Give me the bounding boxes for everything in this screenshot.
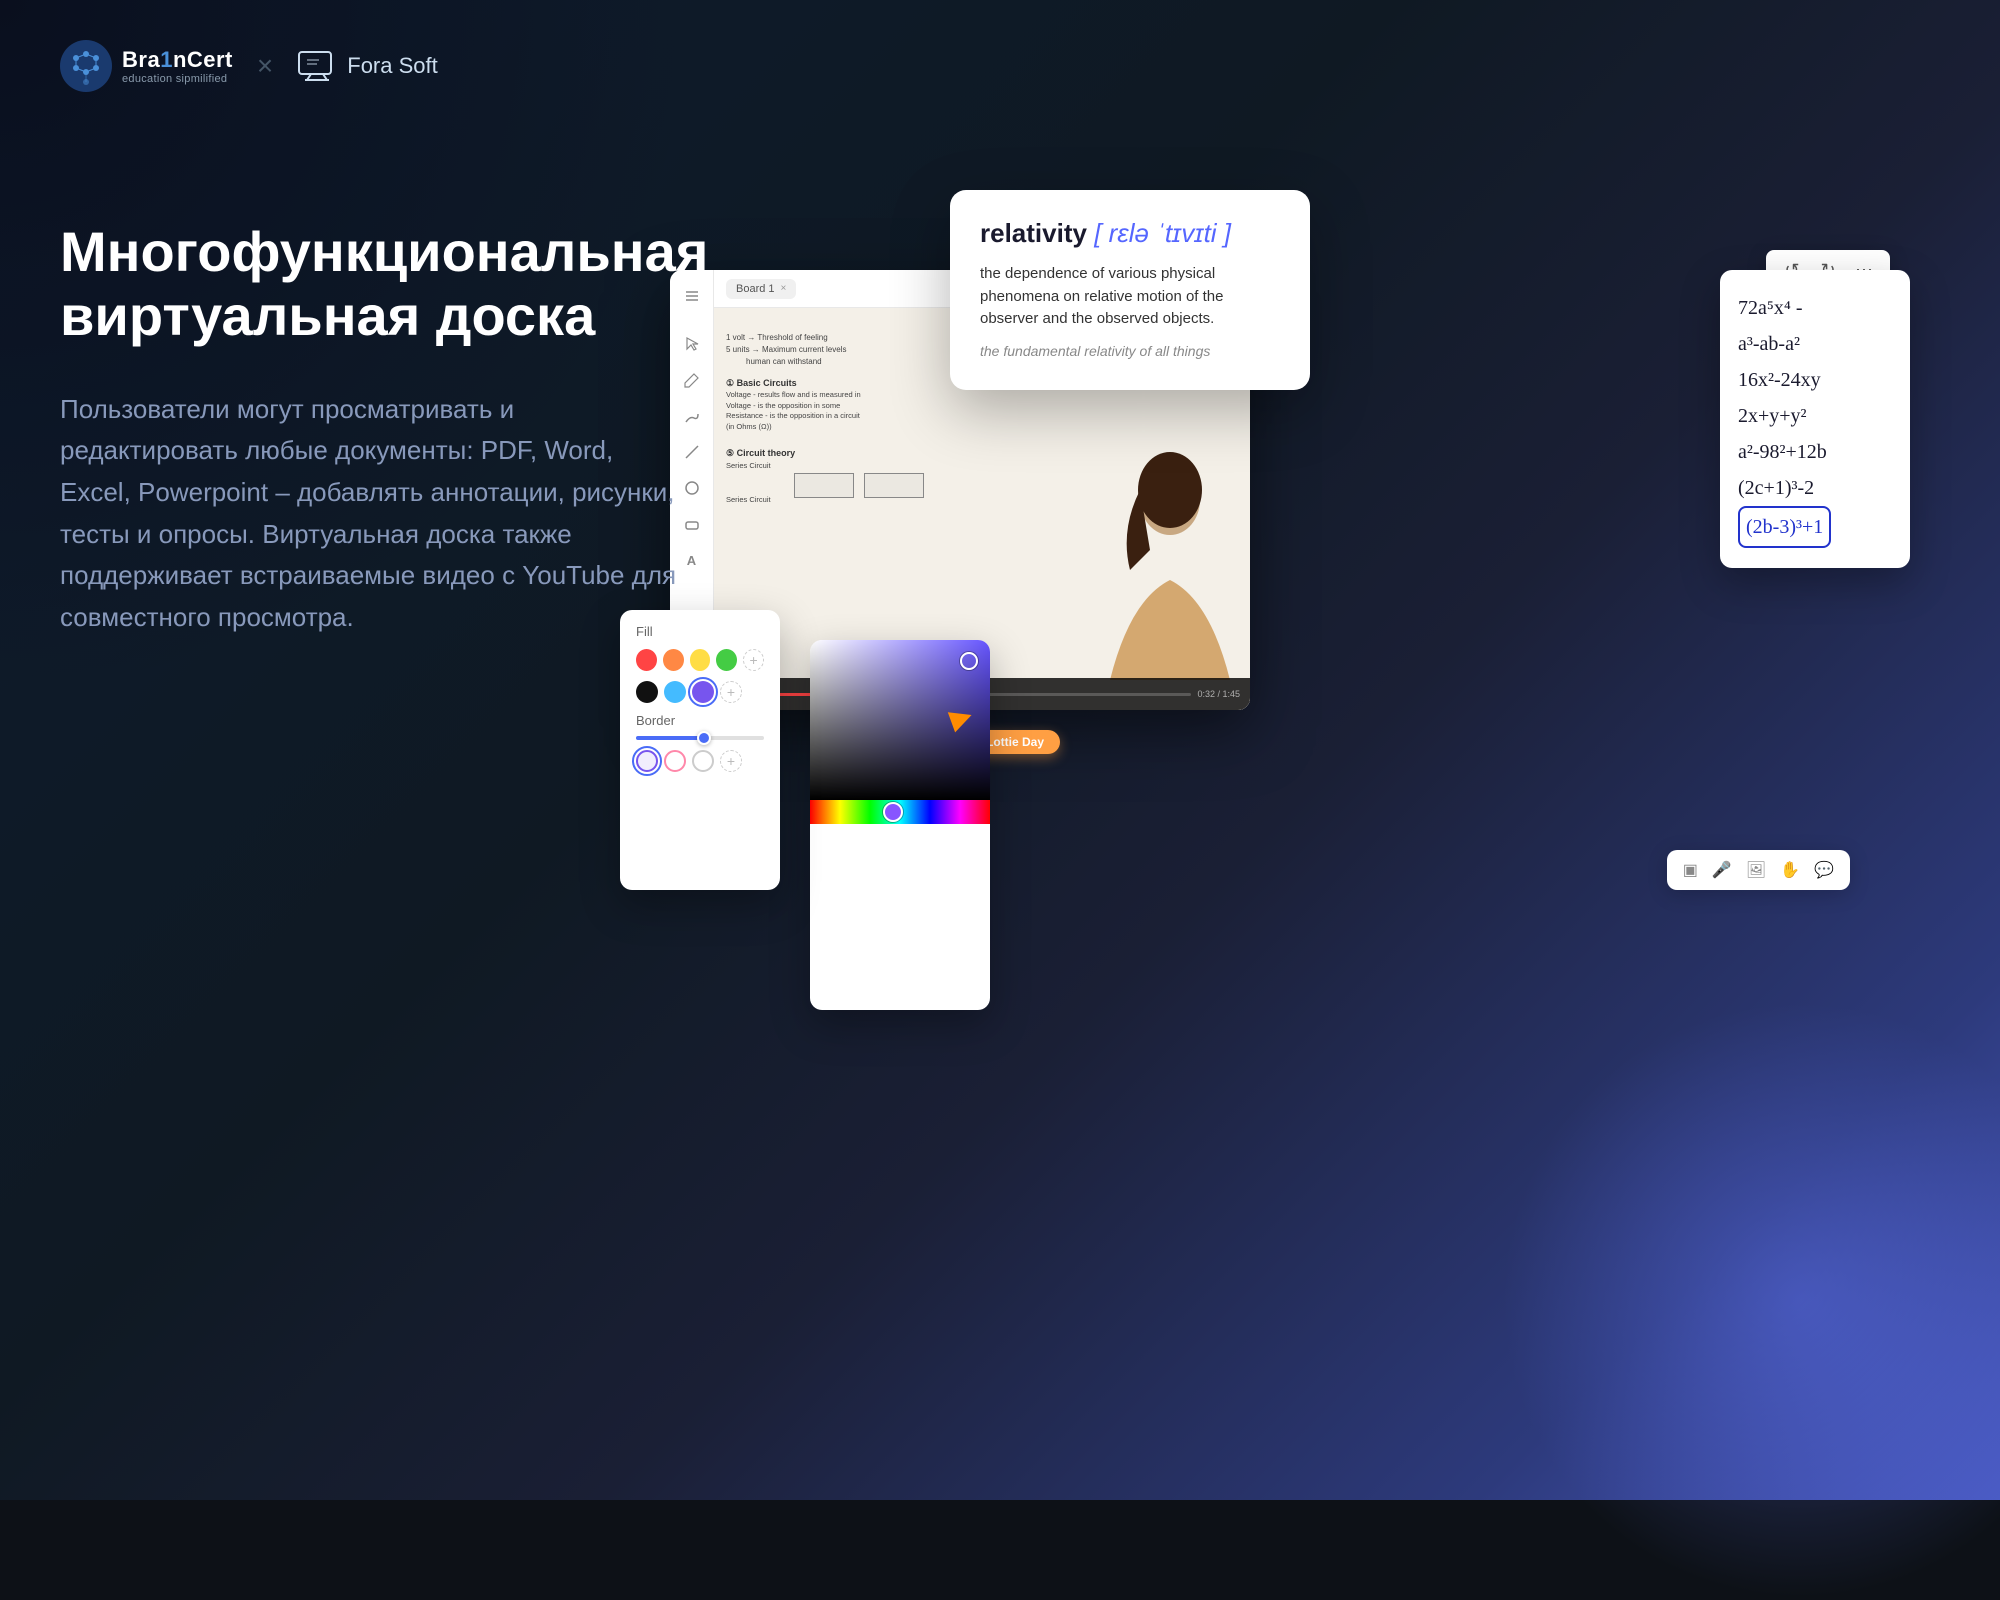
gradient-thumb [960, 652, 978, 670]
braincert-icon [60, 40, 112, 92]
header: Bra1nCert education sipmilified × Fora S… [60, 40, 438, 92]
wb-text-3: Voltage - results flow and is measured i… [726, 390, 861, 432]
logo-separator: × [257, 50, 273, 82]
border-slider-thumb [697, 731, 711, 745]
line-tool[interactable] [678, 438, 706, 466]
stroke-colors-row: + [636, 750, 764, 772]
fill-color-panel: Fill + + Border + [620, 610, 780, 890]
add-color-button-2[interactable]: + [720, 681, 742, 703]
dict-word: relativity [ rɛlə ˈtɪvɪti ] [980, 218, 1280, 249]
color-purple[interactable] [692, 681, 714, 703]
math-panel: 72a⁵x⁴ - a³-ab-a² 16x²-24xy 2x+y+y² a²-9… [1720, 270, 1910, 568]
tool-chat[interactable]: 💬 [1814, 860, 1834, 880]
text-tool[interactable]: A [678, 546, 706, 574]
tool-mic[interactable]: 🎤 [1712, 860, 1732, 880]
draw-tool[interactable] [678, 402, 706, 430]
braincert-logo[interactable]: Bra1nCert education sipmilified [60, 40, 233, 92]
math-line-7: (2b-3)³+1 [1746, 509, 1823, 545]
color-red[interactable] [636, 649, 657, 671]
circuit-box-1 [794, 473, 854, 498]
select-tool[interactable] [678, 330, 706, 358]
time-display: 0:32 / 1:45 [1197, 689, 1240, 699]
forasoft-logo[interactable]: Fora Soft [297, 46, 437, 86]
right-area: relativity [ rɛlə ˈtɪvɪti ] the dependen… [650, 190, 1950, 1090]
forasoft-name: Fora Soft [347, 53, 437, 79]
math-line-1: 72a⁵x⁴ - [1738, 290, 1892, 326]
description-text: Пользователи могут просматривать и редак… [60, 389, 680, 639]
color-black[interactable] [636, 681, 658, 703]
spectrum-thumb [883, 802, 903, 822]
border-slider[interactable] [636, 736, 764, 740]
stroke-pink[interactable] [664, 750, 686, 772]
forasoft-icon [297, 46, 337, 86]
stroke-white[interactable] [692, 750, 714, 772]
math-line-5: a²-98²+12b [1738, 434, 1892, 470]
pen-tool[interactable] [678, 366, 706, 394]
person-area [1090, 440, 1250, 680]
color-orange[interactable] [663, 649, 684, 671]
math-line-6: (2c+1)³-2 [1738, 470, 1892, 506]
color-blue[interactable] [664, 681, 686, 703]
math-line-7-wrapper: (2b-3)³+1 [1738, 506, 1831, 548]
tool-image[interactable]: 🖼 [1746, 860, 1766, 880]
tool-hand[interactable]: ✋ [1780, 860, 1800, 880]
circuit-box-2 [864, 473, 924, 498]
dictionary-card: relativity [ rɛlə ˈtɪvɪti ] the dependen… [950, 190, 1310, 390]
tool-screen[interactable]: ▣ [1683, 860, 1698, 880]
wb-text-2: ① Basic Circuits [726, 378, 797, 389]
dict-example: the fundamental relativity of all things [980, 341, 1280, 362]
dict-definition: the dependence of various physical pheno… [980, 263, 1280, 331]
color-yellow[interactable] [690, 649, 711, 671]
color-spectrum[interactable] [810, 800, 990, 824]
left-content: Многофункциональная виртуальная доска По… [60, 220, 680, 638]
add-color-button[interactable]: + [743, 649, 764, 671]
board-tab-label: Board 1 [736, 283, 775, 295]
board-tab-close[interactable]: × [781, 283, 787, 294]
wb-text-4: ⑤ Circuit theory [726, 448, 795, 459]
fill-colors-row: + [636, 649, 764, 671]
add-stroke-button[interactable]: + [720, 750, 742, 772]
dict-pronunciation: [ rɛlə ˈtɪvɪti ] [1094, 218, 1231, 248]
stroke-purple[interactable] [636, 750, 658, 772]
border-label: Border [636, 713, 764, 728]
math-line-2: a³-ab-a² [1738, 326, 1892, 362]
eraser-tool[interactable] [678, 510, 706, 538]
braincert-tagline: education sipmilified [122, 73, 233, 85]
braincert-text: Bra1nCert education sipmilified [122, 47, 233, 85]
shape-tool[interactable] [678, 474, 706, 502]
math-line-3: 16x²-24xy [1738, 362, 1892, 398]
color-green[interactable] [716, 649, 737, 671]
glow-decoration [1500, 1000, 2000, 1600]
bottom-toolbar: ▣ 🎤 🖼 ✋ 💬 [1667, 850, 1850, 890]
braincert-name: Bra1nCert [122, 47, 233, 73]
fill-colors-row-2: + [636, 681, 764, 703]
board-tab[interactable]: Board 1 × [726, 279, 796, 299]
math-line-4: 2x+y+y² [1738, 398, 1892, 434]
color-picker-panel [810, 640, 990, 1010]
main-title: Многофункциональная виртуальная доска [60, 220, 680, 349]
wb-text-5: Series Circuit Series Circuit [726, 460, 771, 505]
wb-text-1: 1 volt → Threshold of feeling 5 units → … [726, 332, 846, 368]
menu-icon[interactable] [678, 282, 706, 310]
